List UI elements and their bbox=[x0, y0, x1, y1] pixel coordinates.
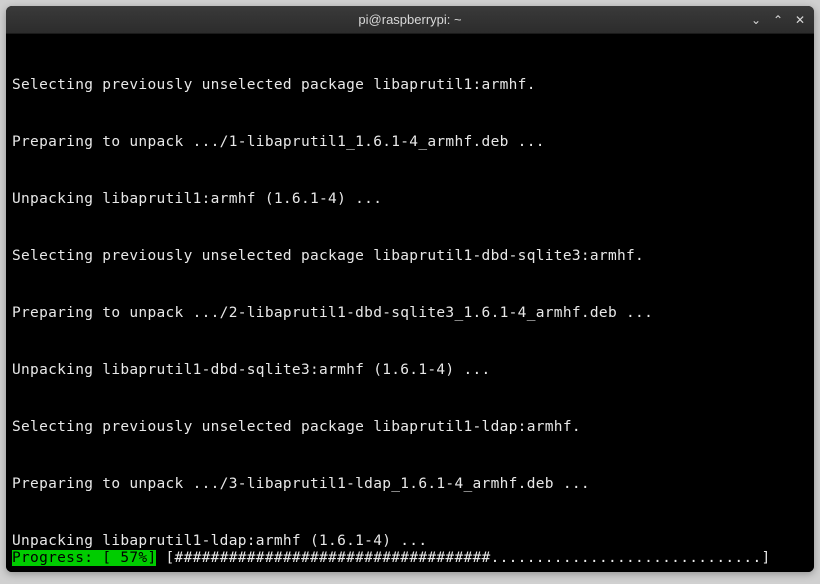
output-line: Preparing to unpack .../1-libaprutil1_1.… bbox=[12, 133, 808, 152]
terminal-output[interactable]: Selecting previously unselected package … bbox=[6, 34, 814, 572]
output-line: Selecting previously unselected package … bbox=[12, 76, 808, 95]
titlebar[interactable]: pi@raspberrypi: ~ ⌄ ⌃ ✕ bbox=[6, 6, 814, 34]
output-line: Selecting previously unselected package … bbox=[12, 247, 808, 266]
close-button[interactable]: ✕ bbox=[790, 10, 810, 30]
output-line: Preparing to unpack .../3-libaprutil1-ld… bbox=[12, 475, 808, 494]
output-line: Unpacking libaprutil1-dbd-sqlite3:armhf … bbox=[12, 361, 808, 380]
progress-bar: [###################################....… bbox=[156, 550, 779, 566]
output-line: Selecting previously unselected package … bbox=[12, 418, 808, 437]
terminal-window: pi@raspberrypi: ~ ⌄ ⌃ ✕ Selecting previo… bbox=[6, 6, 814, 572]
output-line: Unpacking libaprutil1:armhf (1.6.1-4) ..… bbox=[12, 190, 808, 209]
window-title: pi@raspberrypi: ~ bbox=[358, 12, 461, 27]
maximize-button[interactable]: ⌃ bbox=[768, 10, 788, 30]
window-controls: ⌄ ⌃ ✕ bbox=[746, 6, 810, 34]
minimize-button[interactable]: ⌄ bbox=[746, 10, 766, 30]
progress-label: Progress: [ 57%] bbox=[12, 550, 156, 566]
output-line: Preparing to unpack .../2-libaprutil1-db… bbox=[12, 304, 808, 323]
progress-line: Progress: [ 57%] [######################… bbox=[12, 549, 808, 568]
